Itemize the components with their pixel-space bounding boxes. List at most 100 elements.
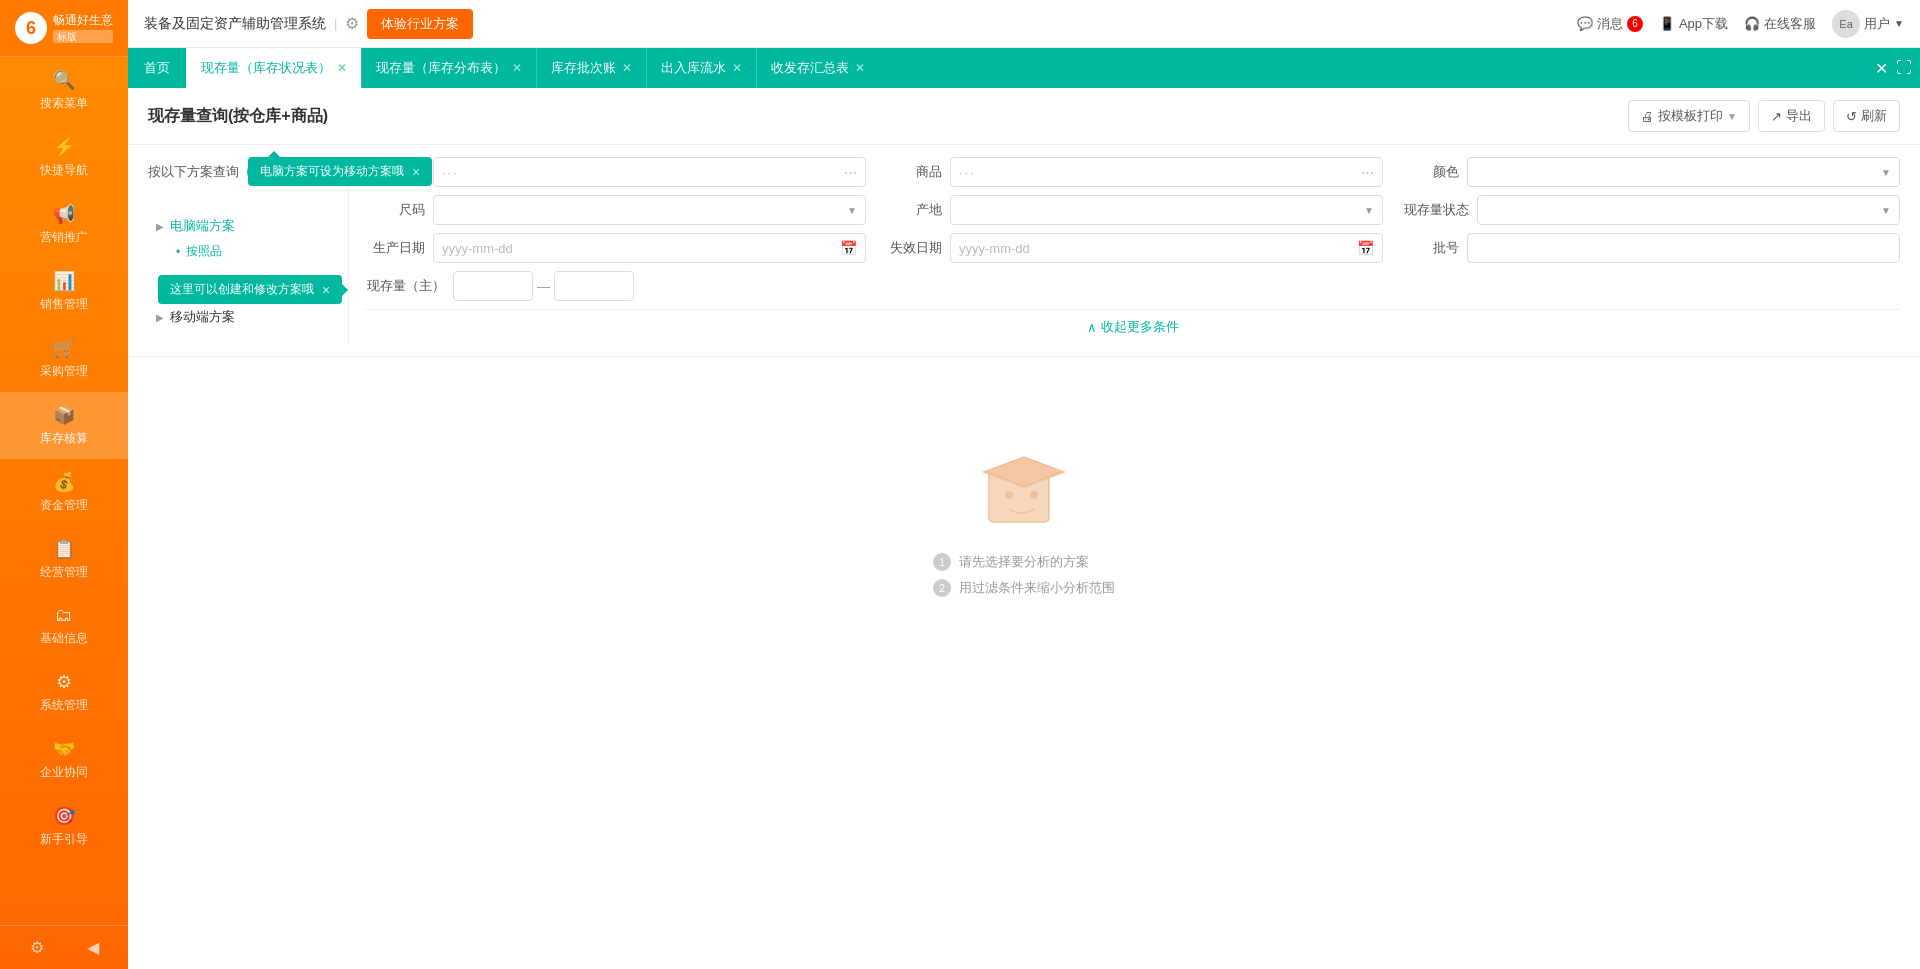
filter-area: 按以下方案查询 + ↺ « 电脑方案可设为移动方案哦 × ▶ 电脑端方案 <box>128 145 1920 357</box>
collapse-sidebar-icon[interactable]: ◀ <box>87 938 99 957</box>
origin-label: 产地 <box>882 201 942 219</box>
collapse-btn[interactable]: ∧ 收起更多条件 <box>365 309 1900 344</box>
stock-main-range: — <box>453 271 866 301</box>
online-support-btn[interactable]: 🎧 在线客服 <box>1744 15 1816 33</box>
sidebar-item-purchase[interactable]: 🛒 采购管理 <box>0 325 128 392</box>
stock-status-select[interactable]: ▼ <box>1477 195 1900 225</box>
ellipsis-icon2: ⋯ <box>1361 165 1374 180</box>
tab-stock-status[interactable]: 现存量（库存状况表） ✕ <box>186 48 361 88</box>
refresh-btn[interactable]: ↺ 刷新 <box>1833 100 1900 132</box>
settings-bottom-icon[interactable]: ⚙ <box>30 938 44 957</box>
dot-indicator: • <box>176 245 180 259</box>
tab-close-batch-ledger[interactable]: ✕ <box>622 61 632 75</box>
tab-stock-dist[interactable]: 现存量（库存分布表） ✕ <box>361 48 536 88</box>
tooltip2-close[interactable]: × <box>322 282 330 298</box>
tab-close-stock-status[interactable]: ✕ <box>337 61 347 75</box>
sidebar-item-system[interactable]: ⚙ 系统管理 <box>0 659 128 726</box>
step-num-2: 2 <box>933 579 951 597</box>
headset-icon: 🎧 <box>1744 16 1760 31</box>
sidebar-item-inventory[interactable]: 📦 库存核算 <box>0 392 128 459</box>
page-header: 现存量查询(按仓库+商品) 🖨 按模板打印 ▼ ↗ 导出 ↺ 刷新 <box>128 88 1920 145</box>
trial-btn[interactable]: 体验行业方案 <box>367 9 473 39</box>
prod-date-input[interactable]: yyyy-mm-dd 📅 <box>433 233 866 263</box>
empty-steps: 1 请先选择要分析的方案 2 用过滤条件来缩小分析范围 <box>933 553 1115 597</box>
message-badge: 6 <box>1627 16 1643 32</box>
tab-home[interactable]: 首页 <box>128 48 186 88</box>
sidebar-item-search-menu[interactable]: 🔍 搜索菜单 <box>0 57 128 124</box>
sales-icon: 📊 <box>53 270 75 292</box>
svg-point-1 <box>1005 491 1013 499</box>
user-avatar: Ea <box>1832 10 1860 38</box>
stock-main-min-input[interactable] <box>453 271 533 301</box>
sidebar-item-marketing[interactable]: 📢 营销推广 <box>0 191 128 258</box>
calendar-icon2[interactable]: 📅 <box>1357 240 1374 256</box>
batch-label: 批号 <box>1399 239 1459 257</box>
size-label: 尺码 <box>365 201 425 219</box>
chevron-down-origin: ▼ <box>1364 205 1374 216</box>
sidebar-nav: 🔍 搜索菜单 ⚡ 快捷导航 📢 营销推广 📊 销售管理 🛒 采购管理 📦 库存核… <box>0 57 128 925</box>
tab-close-stock-dist[interactable]: ✕ <box>512 61 522 75</box>
app-download-btn[interactable]: 📱 App下载 <box>1659 15 1728 33</box>
color-select[interactable]: ▼ <box>1467 157 1900 187</box>
settings-icon[interactable]: ⚙ <box>345 14 359 33</box>
message-btn[interactable]: 💬 消息 6 <box>1577 15 1643 33</box>
prod-date-label: 生产日期 <box>365 239 425 257</box>
export-icon: ↗ <box>1771 109 1782 124</box>
tab-close-all-btn[interactable]: ✕ <box>1875 59 1888 78</box>
page-title: 现存量查询(按仓库+商品) <box>148 106 328 127</box>
logo-text: 畅通好生意 标版 <box>53 13 113 44</box>
finance-icon: 💰 <box>53 471 75 493</box>
quick-nav-icon: ⚡ <box>53 136 75 158</box>
tooltip-create-scheme: 这里可以创建和修改方案哦 × <box>158 275 342 304</box>
origin-select[interactable]: ▼ <box>950 195 1383 225</box>
sidebar-logo: 6 畅通好生意 标版 <box>0 0 128 57</box>
batch-input[interactable] <box>1467 233 1900 263</box>
chevron-down-icon: ▼ <box>1894 18 1904 29</box>
scheme-mobile[interactable]: ▶ 移动端方案 <box>148 304 348 330</box>
print-btn[interactable]: 🖨 按模板打印 ▼ <box>1628 100 1750 132</box>
sidebar-item-quick-nav[interactable]: ⚡ 快捷导航 <box>0 124 128 191</box>
tab-close-inout-flow[interactable]: ✕ <box>732 61 742 75</box>
scheme-item-按照品[interactable]: • 按照品 <box>168 239 348 264</box>
marketing-icon: 📢 <box>53 203 75 225</box>
empty-illustration <box>964 437 1084 537</box>
scheme-desktop[interactable]: ▶ 电脑端方案 <box>148 213 348 239</box>
product-label: 商品 <box>882 163 942 181</box>
size-select[interactable]: ▼ <box>433 195 866 225</box>
step-num-1: 1 <box>933 553 951 571</box>
product-select[interactable]: ··· ⋯ <box>950 157 1383 187</box>
sidebar-item-enterprise[interactable]: 🤝 企业协同 <box>0 726 128 793</box>
tooltip1-close[interactable]: × <box>412 164 420 180</box>
chevron-down-icon: ▼ <box>1727 111 1737 122</box>
empty-box-svg <box>964 437 1084 537</box>
tab-recv-summary[interactable]: 收发存汇总表 ✕ <box>756 48 879 88</box>
chevron-down-stock: ▼ <box>1881 205 1891 216</box>
tab-inout-flow[interactable]: 出入库流水 ✕ <box>646 48 756 88</box>
tab-maximize-btn[interactable]: ⛶ <box>1896 59 1912 77</box>
export-btn[interactable]: ↗ 导出 <box>1758 100 1825 132</box>
color-label: 颜色 <box>1399 163 1459 181</box>
sidebar-item-finance[interactable]: 💰 资金管理 <box>0 459 128 526</box>
calendar-icon[interactable]: 📅 <box>840 240 857 256</box>
tab-close-recv-summary[interactable]: ✕ <box>855 61 865 75</box>
basic-info-icon: 🗂 <box>55 605 73 626</box>
expire-date-input[interactable]: yyyy-mm-dd 📅 <box>950 233 1383 263</box>
sidebar-bottom: ⚙ ◀ <box>0 925 128 969</box>
user-menu[interactable]: Ea 用户 ▼ <box>1832 10 1904 38</box>
tab-batch-ledger[interactable]: 库存批次账 ✕ <box>536 48 646 88</box>
sidebar-item-operations[interactable]: 📋 经营管理 <box>0 526 128 593</box>
empty-state: 1 请先选择要分析的方案 2 用过滤条件来缩小分析范围 <box>128 357 1920 677</box>
refresh-icon: ↺ <box>1846 109 1857 124</box>
stock-main-max-input[interactable] <box>554 271 634 301</box>
range-separator: — <box>537 279 550 294</box>
sidebar-item-basic-info[interactable]: 🗂 基础信息 <box>0 593 128 659</box>
operations-icon: 📋 <box>53 538 75 560</box>
sidebar-item-sales[interactable]: 📊 销售管理 <box>0 258 128 325</box>
sidebar-item-guide[interactable]: 🎯 新手引导 <box>0 793 128 860</box>
chevron-down-size: ▼ <box>847 205 857 216</box>
purchase-icon: 🛒 <box>53 337 75 359</box>
warehouse-select[interactable]: ··· ⋯ <box>433 157 866 187</box>
empty-step-1: 1 请先选择要分析的方案 <box>933 553 1115 571</box>
header-left: 装备及固定资产辅助管理系统 | ⚙ 体验行业方案 <box>144 9 473 39</box>
chevron-right-icon-mobile: ▶ <box>156 312 164 323</box>
